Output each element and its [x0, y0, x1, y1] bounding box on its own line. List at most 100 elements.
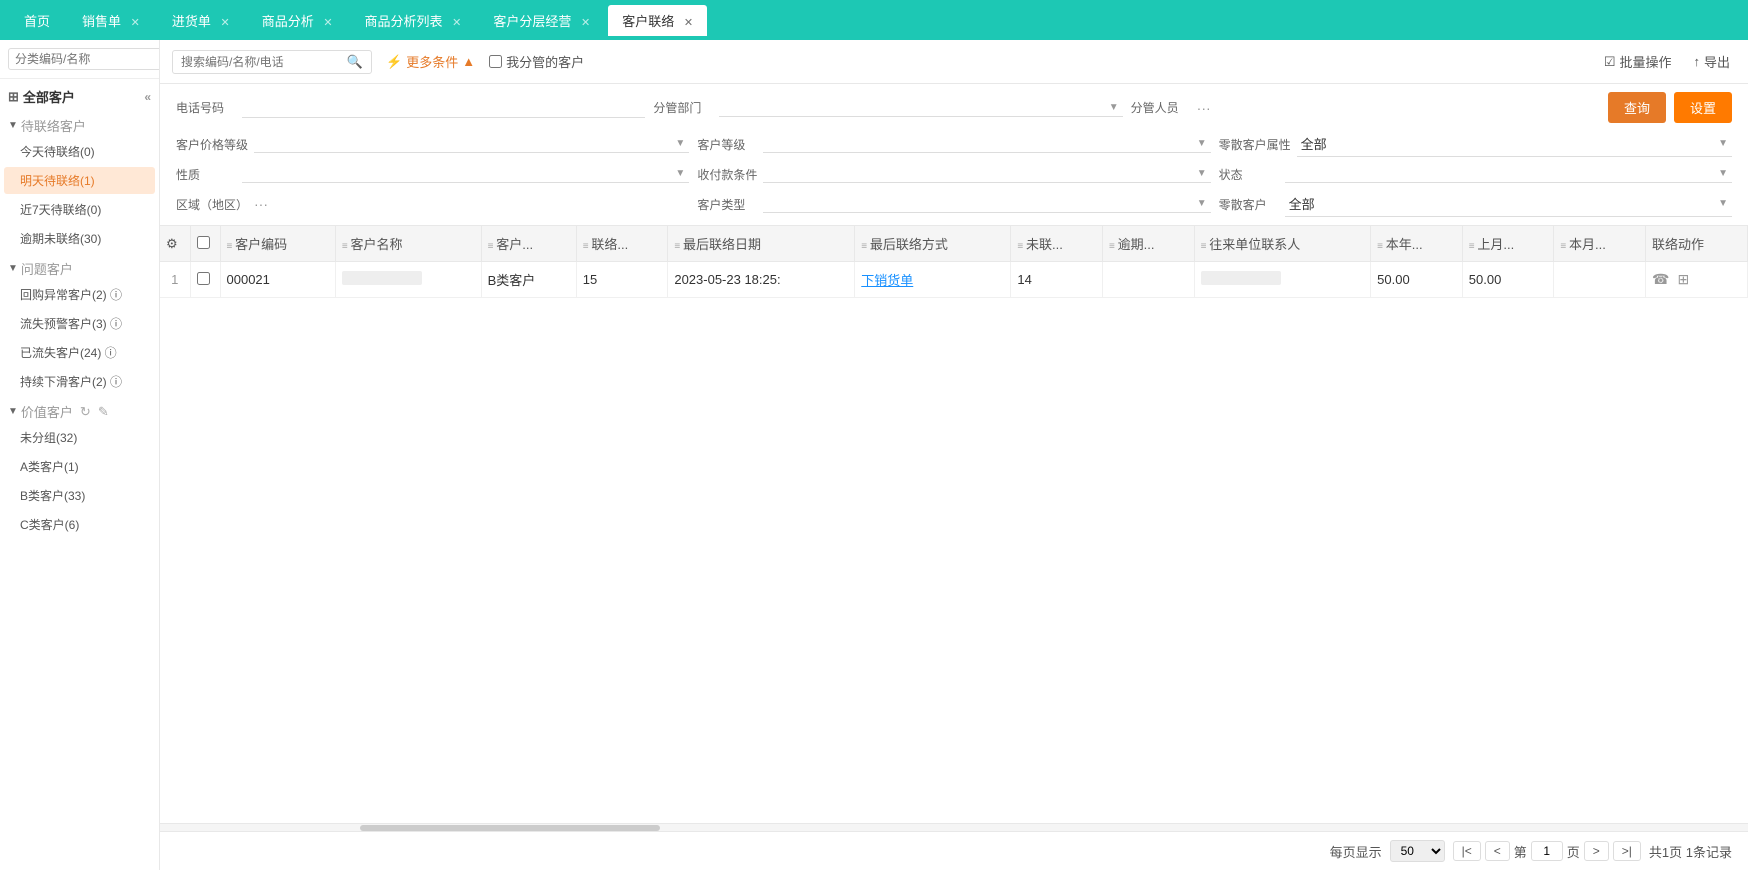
nav-customer-tier[interactable]: 客户分层经营 ✕ — [479, 5, 604, 36]
filter-person: 分管人员 ··· — [1131, 99, 1600, 116]
nav-home[interactable]: 首页 — [10, 5, 64, 36]
more-filters-button[interactable]: ⚡ 更多条件 ▲ — [380, 48, 481, 75]
sidebar-item-c-class[interactable]: C类客户(6) — [4, 511, 155, 538]
filter-customer-level-select[interactable]: ▼ — [763, 135, 1210, 153]
th-settings[interactable]: ⚙ — [160, 226, 190, 262]
next-page-button[interactable]: > — [1584, 841, 1609, 861]
nav-purchase[interactable]: 进货单 ✕ — [158, 5, 244, 36]
nav-analysis-list-close[interactable]: ✕ — [452, 17, 461, 29]
filter-customer-type-select[interactable]: ▼ — [763, 195, 1210, 213]
row-contact-person — [1194, 262, 1371, 298]
nav-analysis-close[interactable]: ✕ — [323, 17, 332, 29]
th-contact-count[interactable]: 联络... — [576, 226, 668, 262]
filter-phone-input[interactable] — [242, 97, 645, 118]
nav-analysis-list[interactable]: 商品分析列表 ✕ — [351, 5, 476, 36]
first-page-button[interactable]: |< — [1453, 841, 1481, 861]
sidebar-search-input[interactable] — [8, 48, 160, 70]
group-value-label: 价值客户 — [21, 402, 73, 421]
collapse-icon[interactable]: « — [144, 90, 151, 104]
my-customers-checkbox[interactable] — [489, 55, 502, 68]
per-page-label: 每页显示 — [1330, 842, 1382, 861]
th-overdue[interactable]: 逾期... — [1103, 226, 1195, 262]
sidebar-item-b-class[interactable]: B类客户(33) — [4, 482, 155, 509]
nav-customer-tier-close[interactable]: ✕ — [581, 17, 590, 29]
sidebar-search-area: 🔍 — [0, 40, 159, 79]
last-method-link[interactable]: 下销货单 — [861, 273, 913, 288]
row-not-contacted: 14 — [1011, 262, 1103, 298]
filter-person-dots[interactable]: ··· — [1197, 100, 1600, 116]
sidebar-item-churned[interactable]: 已流失客户(24) ⓘ — [4, 339, 155, 366]
batch-ops-button[interactable]: ☑ 批量操作 — [1598, 48, 1678, 75]
filter-nature: 性质 ▼ — [176, 165, 689, 183]
query-button[interactable]: 查询 — [1608, 92, 1666, 123]
sidebar-item-today[interactable]: 今天待联络(0) — [4, 138, 155, 165]
th-contact-person[interactable]: 往来单位联系人 — [1194, 226, 1371, 262]
nav-sales-close[interactable]: ✕ — [131, 17, 140, 29]
sidebar-item-overdue[interactable]: 逾期未联络(30) — [4, 225, 155, 252]
more-filters-label: 更多条件 — [406, 52, 458, 71]
th-checkbox[interactable] — [190, 226, 220, 262]
sidebar-item-ungrouped[interactable]: 未分组(32) — [4, 424, 155, 451]
filter-price-level-select[interactable]: ▼ — [254, 135, 689, 153]
sidebar-item-tomorrow[interactable]: 明天待联络(1) — [4, 167, 155, 194]
row-last-method[interactable]: 下销货单 — [855, 262, 1011, 298]
per-page-select[interactable]: 50 100 200 — [1390, 840, 1445, 862]
export-button[interactable]: ↑ 导出 — [1687, 48, 1736, 75]
sidebar-item-churn-warn[interactable]: 流失预警客户(3) ⓘ — [4, 310, 155, 337]
filter-row-4: 区域（地区） ··· 客户类型 ▼ 零散客户 全部 ▼ — [176, 191, 1732, 217]
nav-customer-contact[interactable]: 客户联络 ✕ — [608, 5, 707, 36]
action-icons: ☎ ⊞ — [1652, 271, 1741, 288]
th-last-date[interactable]: 最后联络日期 — [668, 226, 855, 262]
select-all-checkbox[interactable] — [197, 236, 210, 249]
export-label: 导出 — [1704, 52, 1730, 71]
filter-status-select[interactable]: ▼ — [1285, 165, 1732, 183]
filter-retail-customer-label: 零散客户 — [1219, 196, 1279, 213]
prev-page-button[interactable]: < — [1485, 841, 1510, 861]
th-code[interactable]: 客户编码 — [220, 226, 335, 262]
nav-sales[interactable]: 销售单 ✕ — [68, 5, 154, 36]
sidebar-item-a-class[interactable]: A类客户(1) — [4, 453, 155, 480]
action-more-icon[interactable]: ⊞ — [1677, 271, 1689, 288]
th-last-method[interactable]: 最后联络方式 — [855, 226, 1011, 262]
row-index: 1 — [160, 262, 190, 298]
filter-payment-select[interactable]: ▼ — [763, 165, 1210, 183]
row-name[interactable] — [335, 262, 481, 298]
triangle-icon: ▼ — [8, 120, 18, 131]
search-icon[interactable]: 🔍 — [347, 54, 363, 70]
refresh-icon[interactable]: ↻ — [80, 404, 91, 420]
th-type[interactable]: 客户... — [481, 226, 576, 262]
scrollbar-thumb[interactable] — [360, 825, 660, 831]
th-name[interactable]: 客户名称 — [335, 226, 481, 262]
nav-customer-contact-close[interactable]: ✕ — [684, 17, 693, 29]
filter-nature-label: 性质 — [176, 166, 236, 183]
my-customers-label[interactable]: 我分管的客户 — [489, 52, 584, 71]
sidebar-item-abnormal[interactable]: 回购异常客户(2) ⓘ — [4, 281, 155, 308]
th-not-contacted[interactable]: 未联... — [1011, 226, 1103, 262]
search-input[interactable] — [181, 55, 343, 69]
chevron-down-icon-8: ▼ — [1197, 198, 1207, 209]
row-checkbox-cell[interactable] — [190, 262, 220, 298]
sidebar-item-declining[interactable]: 持续下滑客户(2) ⓘ — [4, 368, 155, 395]
nav-analysis[interactable]: 商品分析 ✕ — [248, 5, 347, 36]
row-checkbox[interactable] — [197, 272, 210, 285]
th-this-month[interactable]: 本月... — [1554, 226, 1646, 262]
my-customers-text: 我分管的客户 — [506, 52, 584, 71]
page-input[interactable] — [1531, 841, 1563, 861]
settings-button[interactable]: 设置 — [1674, 92, 1732, 123]
edit-icon[interactable]: ✎ — [98, 404, 109, 420]
th-this-year[interactable]: 本年... — [1371, 226, 1463, 262]
th-last-month[interactable]: 上月... — [1462, 226, 1554, 262]
last-page-button[interactable]: >| — [1613, 841, 1641, 861]
filter-retail-customer-select[interactable]: 全部 ▼ — [1285, 191, 1732, 217]
sidebar-all-customers[interactable]: ⊞ 全部客户 « — [0, 79, 159, 110]
triangle-icon-2: ▼ — [8, 263, 18, 274]
filter-nature-select[interactable]: ▼ — [242, 165, 689, 183]
sidebar-item-7days[interactable]: 近7天待联络(0) — [4, 196, 155, 223]
nav-purchase-close[interactable]: ✕ — [220, 17, 229, 29]
filter-retail-attr-select[interactable]: 全部 ▼ — [1297, 131, 1732, 157]
filter-region-dots[interactable]: ··· — [254, 196, 689, 212]
table-header-row: ⚙ 客户编码 客户名称 客户... 联络... 最后联络日期 最后联络方式 未联… — [160, 226, 1748, 262]
horizontal-scrollbar[interactable] — [160, 823, 1748, 831]
action-phone-icon[interactable]: ☎ — [1652, 271, 1669, 288]
filter-dept-select[interactable]: ▼ — [719, 99, 1122, 117]
